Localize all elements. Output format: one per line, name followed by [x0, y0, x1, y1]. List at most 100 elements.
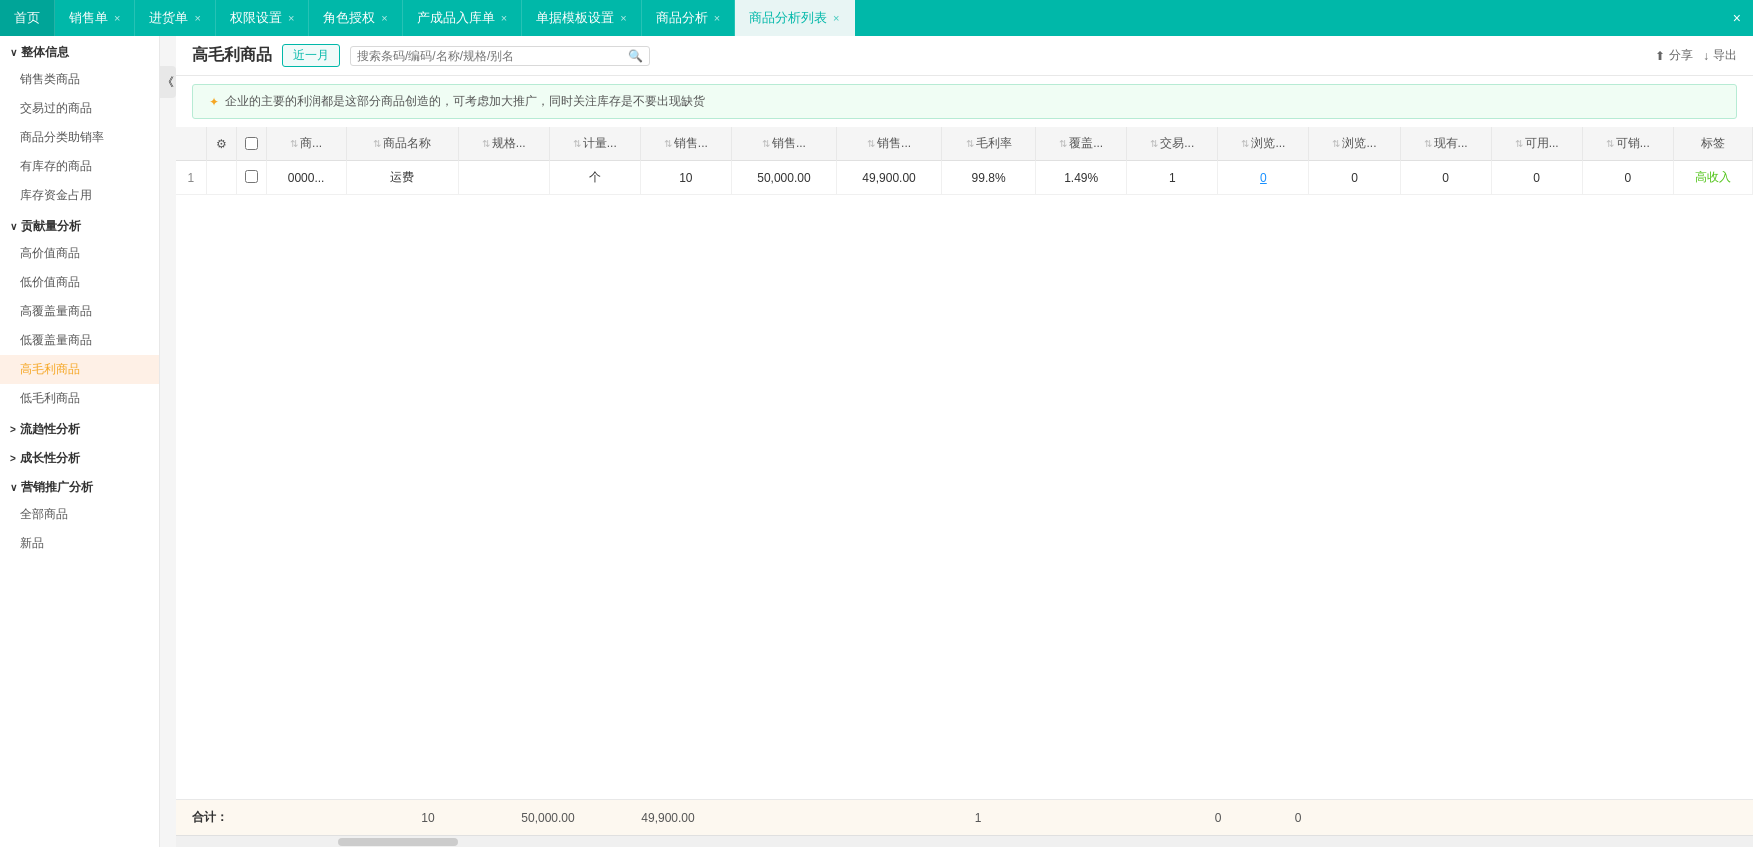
search-icon[interactable]: 🔍	[628, 49, 643, 63]
th-sales_qty[interactable]: ⇅销售...	[640, 127, 731, 161]
nav-close-icon[interactable]: ×	[288, 12, 294, 24]
top-navigation: 首页销售单 ×进货单 ×权限设置 ×角色授权 ×产成品入库单 ×单据模板设置 ×…	[0, 0, 1753, 36]
nav-close-icon[interactable]: ×	[620, 12, 626, 24]
nav-item-角色授权[interactable]: 角色授权 ×	[309, 0, 402, 36]
settings-icon[interactable]: ⚙	[216, 137, 227, 151]
th-trade[interactable]: ⇅交易...	[1127, 127, 1218, 161]
th-label: 销售...	[674, 135, 708, 152]
sidebar-item-低价值商品[interactable]: 低价值商品	[0, 268, 159, 297]
horizontal-scrollbar[interactable]	[176, 835, 1753, 847]
footer-current-stock: 0	[1178, 811, 1258, 825]
sidebar-item-库存资金占用[interactable]: 库存资金占用	[0, 181, 159, 210]
header-actions: ⬆ 分享 ↓ 导出	[1655, 47, 1737, 64]
th-tag: 标签	[1673, 127, 1752, 161]
th-available[interactable]: ⇅可用...	[1491, 127, 1582, 161]
nav-close-icon[interactable]: ×	[194, 12, 200, 24]
section-label: 营销推广分析	[21, 479, 93, 496]
sort-icon: ⇅	[762, 138, 770, 149]
th-gross_margin[interactable]: ⇅毛利率	[942, 127, 1036, 161]
sidebar-section-贡献量分析[interactable]: ∨贡献量分析	[0, 210, 159, 239]
nav-item-单据模板设置[interactable]: 单据模板设置 ×	[522, 0, 641, 36]
nav-item-产成品入库单[interactable]: 产成品入库单 ×	[403, 0, 522, 36]
sort-icon: ⇅	[1150, 138, 1158, 149]
select-all-checkbox[interactable]	[245, 137, 258, 150]
sidebar-item-高覆盖量商品[interactable]: 高覆盖量商品	[0, 297, 159, 326]
sort-icon: ⇅	[1424, 138, 1432, 149]
sidebar-item-交易过的商品[interactable]: 交易过的商品	[0, 94, 159, 123]
row-checkbox[interactable]	[245, 170, 258, 183]
th-sales_profit[interactable]: ⇅销售...	[837, 127, 942, 161]
sidebar-item-新品[interactable]: 新品	[0, 529, 159, 558]
sidebar-item-低毛利商品[interactable]: 低毛利商品	[0, 384, 159, 413]
sidebar-item-高毛利商品[interactable]: 高毛利商品	[0, 355, 159, 384]
th-label: 可用...	[1525, 135, 1559, 152]
sidebar: ∨整体信息销售类商品交易过的商品商品分类助销率有库存的商品库存资金占用∨贡献量分…	[0, 36, 160, 847]
th-settings: ⚙	[206, 127, 236, 161]
footer-label: 合计：	[192, 809, 228, 826]
footer-sales-qty: 10	[368, 811, 488, 825]
footer-summary: 合计：1050,000.0049,900.00100	[176, 799, 1753, 835]
nav-close-icon[interactable]: ×	[381, 12, 387, 24]
search-input[interactable]	[357, 49, 628, 63]
cell-sales_qty: 10	[640, 161, 731, 195]
sidebar-section-整体信息[interactable]: ∨整体信息	[0, 36, 159, 65]
sidebar-section-流趋性分析[interactable]: >流趋性分析	[0, 413, 159, 442]
filter-button[interactable]: 近一月	[282, 44, 340, 67]
th-code[interactable]: ⇅商...	[266, 127, 346, 161]
cell-sales_amount: 50,000.00	[731, 161, 836, 195]
search-box: 🔍	[350, 46, 650, 66]
nav-close-icon[interactable]: ×	[114, 12, 120, 24]
share-icon: ⬆	[1655, 49, 1665, 63]
footer-sales-profit: 49,900.00	[608, 811, 728, 825]
th-label: 标签	[1701, 135, 1725, 152]
row-num: 1	[176, 161, 206, 195]
nav-item-商品分析列表[interactable]: 商品分析列表 ×	[735, 0, 854, 36]
cell-code: 0000...	[266, 161, 346, 195]
sidebar-collapse-button[interactable]: 《	[160, 66, 176, 98]
sidebar-item-低覆盖量商品[interactable]: 低覆盖量商品	[0, 326, 159, 355]
content-header: 高毛利商品 近一月 🔍 ⬆ 分享 ↓ 导出	[176, 36, 1753, 76]
nav-item-进货单[interactable]: 进货单 ×	[135, 0, 215, 36]
nav-close-icon[interactable]: ×	[501, 12, 507, 24]
sidebar-item-销售类商品[interactable]: 销售类商品	[0, 65, 159, 94]
share-button[interactable]: ⬆ 分享	[1655, 47, 1693, 64]
th-label: 可销...	[1616, 135, 1650, 152]
sidebar-item-高价值商品[interactable]: 高价值商品	[0, 239, 159, 268]
th-current_stock[interactable]: ⇅现有...	[1400, 127, 1491, 161]
sidebar-item-商品分类助销率[interactable]: 商品分类助销率	[0, 123, 159, 152]
nav-item-首页[interactable]: 首页	[0, 0, 55, 36]
page-title: 高毛利商品	[192, 45, 272, 66]
sidebar-section-营销推广分析[interactable]: ∨营销推广分析	[0, 471, 159, 500]
th-spec[interactable]: ⇅规格...	[458, 127, 549, 161]
th-name[interactable]: ⇅商品名称	[346, 127, 458, 161]
sort-icon: ⇅	[1059, 138, 1067, 149]
nav-close-icon[interactable]: ×	[833, 12, 839, 24]
nav-close-icon[interactable]: ×	[714, 12, 720, 24]
window-close-button[interactable]: ×	[1721, 10, 1753, 26]
th-view1[interactable]: ⇅浏览...	[1218, 127, 1309, 161]
th-view2[interactable]: ⇅浏览...	[1309, 127, 1400, 161]
cell-view1[interactable]: 0	[1218, 161, 1309, 195]
nav-item-销售单[interactable]: 销售单 ×	[55, 0, 135, 36]
arrow-icon: >	[10, 453, 16, 464]
sidebar-section-成长性分析[interactable]: >成长性分析	[0, 442, 159, 471]
nav-item-商品分析[interactable]: 商品分析 ×	[642, 0, 735, 36]
th-label: 现有...	[1434, 135, 1468, 152]
cell-coverage: 1.49%	[1036, 161, 1127, 195]
th-sales_amount[interactable]: ⇅销售...	[731, 127, 836, 161]
th-label: 浏览...	[1251, 135, 1285, 152]
scrollbar-thumb[interactable]	[338, 838, 458, 846]
th-unit[interactable]: ⇅计量...	[549, 127, 640, 161]
nav-item-权限设置[interactable]: 权限设置 ×	[216, 0, 309, 36]
cell-sales_profit: 49,900.00	[837, 161, 942, 195]
cell-tag: 高收入	[1673, 161, 1752, 195]
th-sellable[interactable]: ⇅可销...	[1582, 127, 1673, 161]
th-num	[176, 127, 206, 161]
content-area: 高毛利商品 近一月 🔍 ⬆ 分享 ↓ 导出 ✦ 企业的主要的利润都是这部分商品创…	[176, 36, 1753, 847]
arrow-icon: ∨	[10, 47, 17, 58]
export-button[interactable]: ↓ 导出	[1703, 47, 1737, 64]
sidebar-item-有库存的商品[interactable]: 有库存的商品	[0, 152, 159, 181]
sidebar-item-全部商品[interactable]: 全部商品	[0, 500, 159, 529]
th-coverage[interactable]: ⇅覆盖...	[1036, 127, 1127, 161]
cell-view2: 0	[1309, 161, 1400, 195]
